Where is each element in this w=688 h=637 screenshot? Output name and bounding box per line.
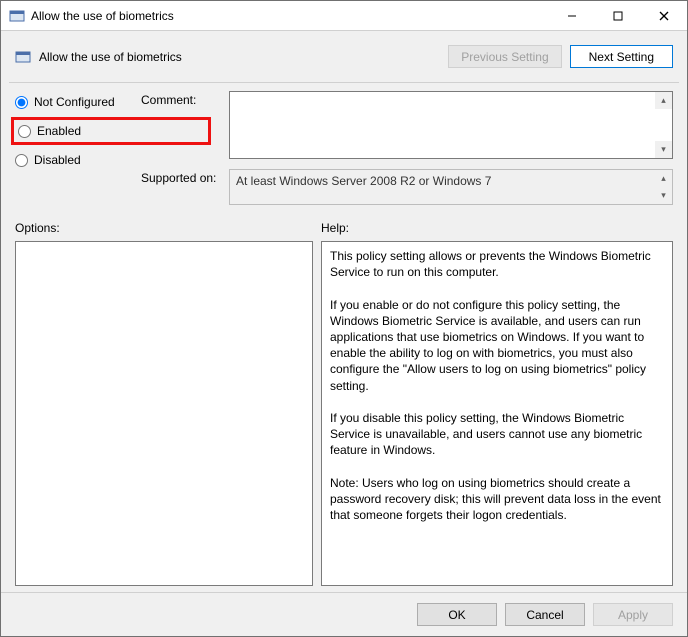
config-row: Not Configured Enabled Disabled Comment: [1,87,687,205]
fields-column: Comment: ▴ ▾ Supported on: At least Wind… [141,91,673,205]
radio-enabled[interactable]: Enabled [18,124,148,138]
supported-textbox: At least Windows Server 2008 R2 or Windo… [229,169,673,205]
titlebar[interactable]: Allow the use of biometrics [1,1,687,31]
footer: OK Cancel Apply [1,592,687,636]
header-row: Allow the use of biometrics Previous Set… [1,31,687,82]
supported-field: Supported on: At least Windows Server 20… [141,169,673,205]
radio-enabled-input[interactable] [18,125,31,138]
help-pane: This policy setting allows or prevents t… [321,241,673,586]
policy-icon [15,49,31,65]
comment-value [230,92,672,100]
state-radios: Not Configured Enabled Disabled [15,91,135,205]
supported-label: Supported on: [141,169,223,185]
radio-not-configured-input[interactable] [15,96,28,109]
radio-not-configured-label: Not Configured [34,95,115,109]
comment-label: Comment: [141,91,223,107]
comment-textbox[interactable]: ▴ ▾ [229,91,673,159]
scroll-down-icon[interactable]: ▾ [655,187,672,204]
app-icon [9,8,25,24]
scroll-up-icon[interactable]: ▴ [655,170,672,187]
comment-field: Comment: ▴ ▾ [141,91,673,159]
divider [9,82,679,83]
apply-button: Apply [593,603,673,626]
ok-button[interactable]: OK [417,603,497,626]
next-setting-button[interactable]: Next Setting [570,45,673,68]
scroll-up-icon[interactable]: ▴ [655,92,672,109]
radio-enabled-label: Enabled [37,124,81,138]
window-title: Allow the use of biometrics [31,9,549,23]
nav-buttons: Previous Setting Next Setting [448,45,673,68]
policy-dialog-window: Allow the use of biometrics Allow the us… [0,0,688,637]
minimize-button[interactable] [549,1,595,31]
radio-disabled-input[interactable] [15,154,28,167]
radio-disabled-label: Disabled [34,153,81,167]
content-area: Allow the use of biometrics Previous Set… [1,31,687,636]
help-text: This policy setting allows or prevents t… [322,242,672,529]
maximize-button[interactable] [595,1,641,31]
panes-row: This policy setting allows or prevents t… [1,241,687,592]
cancel-button[interactable]: Cancel [505,603,585,626]
options-pane [15,241,313,586]
options-label: Options: [15,221,313,235]
policy-title: Allow the use of biometrics [39,50,448,64]
previous-setting-button: Previous Setting [448,45,561,68]
radio-not-configured[interactable]: Not Configured [15,95,135,109]
radio-disabled[interactable]: Disabled [15,153,135,167]
scroll-down-icon[interactable]: ▾ [655,141,672,158]
supported-value: At least Windows Server 2008 R2 or Windo… [230,170,672,192]
close-button[interactable] [641,1,687,31]
help-label: Help: [321,221,349,235]
pane-labels: Options: Help: [1,205,687,241]
